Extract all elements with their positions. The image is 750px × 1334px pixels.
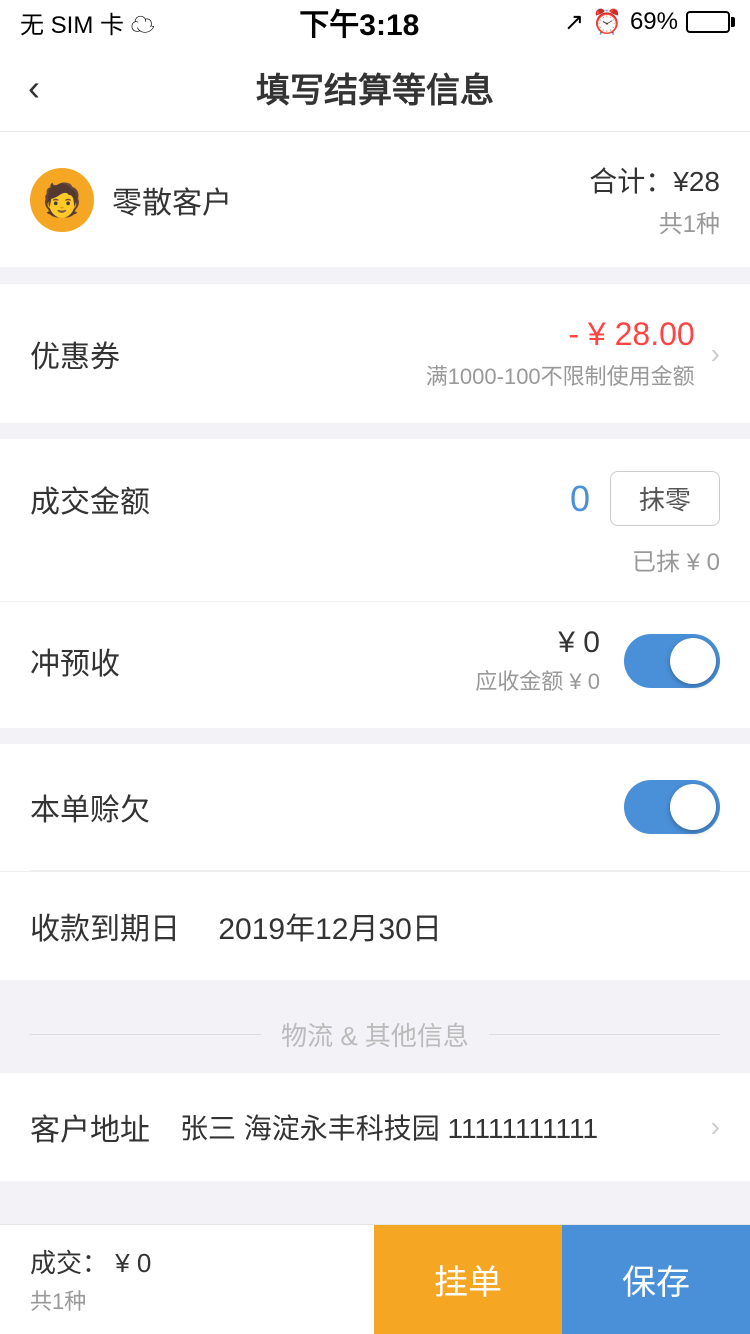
prereceive-label: 冲预收 [30, 639, 120, 683]
address-section[interactable]: 客户地址 张三 海淀永丰科技园 11111111111 › [0, 1073, 750, 1181]
prereceive-right: ¥ 0 应收金额 ¥ 0 [475, 626, 720, 696]
status-time: 下午3:18 [299, 0, 419, 44]
logistics-title-text: 物流 & 其他信息 [281, 1016, 469, 1053]
bottom-count: 共1种 [30, 1284, 344, 1316]
coupon-row[interactable]: 优惠券 - ¥ 28.00 满1000-100不限制使用金额 › [0, 283, 750, 423]
transaction-actions: 0 抹零 [570, 471, 720, 526]
address-value: 张三 海淀永丰科技园 11111111111 [180, 1107, 711, 1147]
save-button[interactable]: 保存 [562, 1225, 750, 1334]
coupon-section[interactable]: 优惠券 - ¥ 28.00 满1000-100不限制使用金额 › [0, 283, 750, 423]
duedate-row: 收款到期日 2019年12月30日 [0, 871, 750, 980]
duedate-label: 收款到期日 [30, 913, 180, 946]
logistics-title: 物流 & 其他信息 [30, 1016, 720, 1053]
avatar: 🧑 [30, 168, 94, 232]
coupon-chevron-icon: › [711, 338, 720, 370]
avatar-icon: 🧑 [42, 181, 82, 219]
logistics-divider: 物流 & 其他信息 [0, 996, 750, 1073]
customer-row: 🧑 零散客户 合计：¥28 共1种 [0, 132, 750, 267]
deal-text: 成交： [30, 1248, 108, 1278]
round-button[interactable]: 抹零 [610, 471, 720, 526]
customer-section: 🧑 零散客户 合计：¥28 共1种 [0, 132, 750, 267]
transaction-label: 成交金额 [30, 477, 150, 521]
debt-section: 本单赊欠 收款到期日 2019年12月30日 [0, 744, 750, 980]
content: 🧑 零散客户 合计：¥28 共1种 优惠券 - ¥ 28.00 满1000-10… [0, 132, 750, 1317]
status-bar: 无 SIM 卡 ☁ 下午3:18 ↗ ⏰ 69% [0, 0, 750, 44]
bottom-info: 成交： ¥ 0 共1种 [0, 1243, 374, 1316]
customer-name: 零散客户 [112, 178, 232, 222]
transaction-section: 成交金额 0 抹零 已抹 ¥ 0 冲预收 ¥ 0 应收金额 ¥ 0 [0, 439, 750, 728]
address-chevron-icon: › [711, 1111, 720, 1143]
debt-toggle-knob [670, 784, 716, 830]
location-icon: ↗ [564, 8, 584, 37]
prereceive-sub: 应收金额 ¥ 0 [475, 664, 600, 696]
duedate-value: 2019年12月30日 [218, 913, 441, 946]
coupon-value: - ¥ 28.00 [426, 316, 695, 353]
customer-right: 合计：¥28 共1种 [589, 160, 720, 239]
debt-row: 本单赊欠 [0, 744, 750, 870]
address-label: 客户地址 [30, 1105, 150, 1149]
toggle-knob [670, 638, 716, 684]
page-title: 填写结算等信息 [256, 63, 494, 112]
nav-bar: ‹ 填写结算等信息 [0, 44, 750, 132]
deal-amount: ¥ 0 [115, 1248, 151, 1278]
bottom-deal-label: 成交： ¥ 0 [30, 1243, 344, 1280]
coupon-right: - ¥ 28.00 满1000-100不限制使用金额 › [426, 316, 720, 391]
hold-button[interactable]: 挂单 [374, 1225, 562, 1334]
coupon-label: 优惠券 [30, 332, 120, 376]
battery-percent: 69% [630, 8, 678, 36]
debt-label: 本单赊欠 [30, 785, 150, 829]
sim-wifi-text: 无 SIM 卡 ☁ [20, 5, 155, 40]
bottom-bar: 成交： ¥ 0 共1种 挂单 保存 [0, 1224, 750, 1334]
status-left: 无 SIM 卡 ☁ [20, 5, 155, 40]
prereceive-amount: ¥ 0 [475, 626, 600, 660]
total-count: 共1种 [589, 204, 720, 239]
transaction-sub: 已抹 ¥ 0 [0, 542, 750, 601]
debt-toggle[interactable] [624, 780, 720, 834]
back-button[interactable]: ‹ [28, 67, 40, 109]
status-right: ↗ ⏰ 69% [564, 8, 730, 37]
prereceive-row: 冲预收 ¥ 0 应收金额 ¥ 0 [0, 601, 750, 728]
battery-icon [686, 11, 730, 33]
total-price: 合计：¥28 [589, 160, 720, 200]
customer-left: 🧑 零散客户 [30, 168, 232, 232]
coupon-desc: 满1000-100不限制使用金额 [426, 359, 695, 391]
alarm-icon: ⏰ [592, 8, 622, 37]
address-row[interactable]: 客户地址 张三 海淀永丰科技园 11111111111 › [0, 1073, 750, 1181]
transaction-row: 成交金额 0 抹零 [0, 439, 750, 542]
transaction-value: 0 [570, 478, 590, 520]
prereceive-toggle[interactable] [624, 634, 720, 688]
